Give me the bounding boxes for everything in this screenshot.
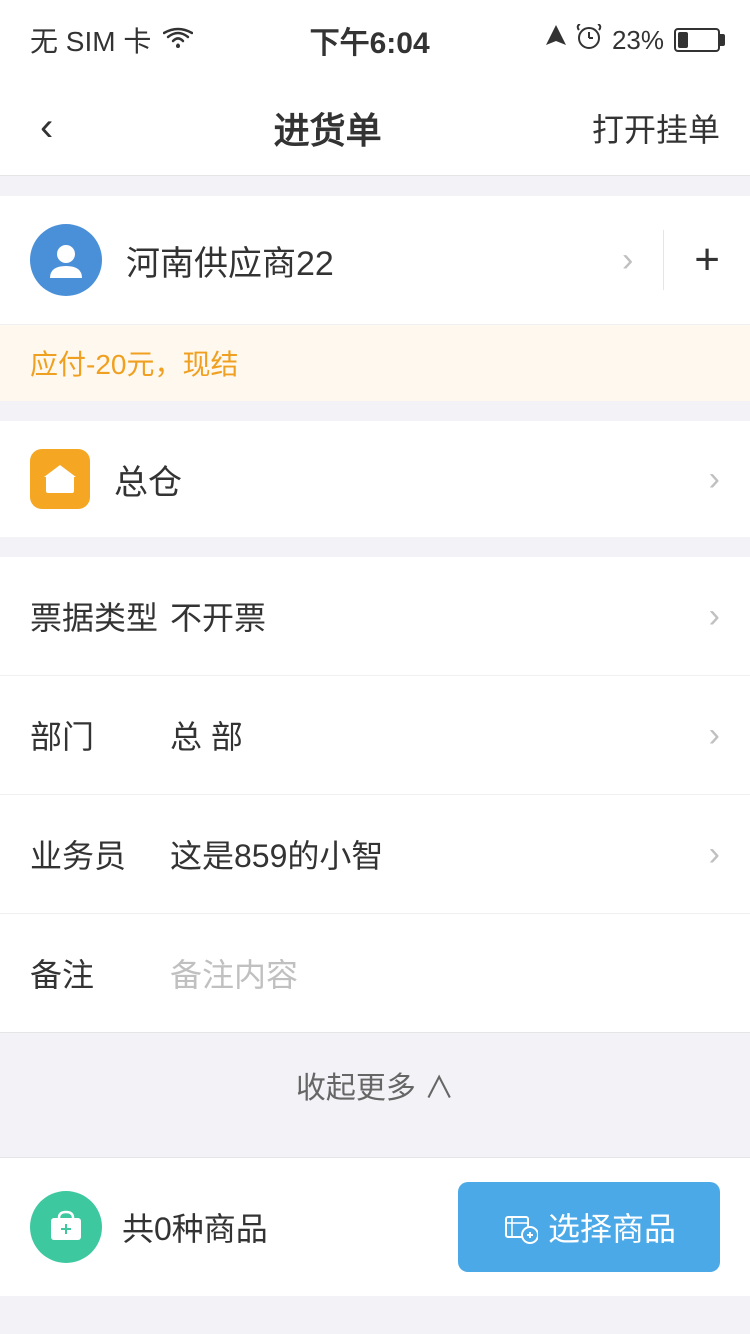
select-product-label: 选择商品 xyxy=(548,1204,676,1250)
department-row[interactable]: 部门 总 部 › xyxy=(0,676,750,795)
status-left: 无 SIM 卡 xyxy=(30,20,193,60)
invoice-label: 票据类型 xyxy=(30,593,170,639)
section-gap-3 xyxy=(0,537,750,557)
battery-percent: 23% xyxy=(612,25,664,56)
form-section: 票据类型 不开票 › 部门 总 部 › 业务员 这是859的小智 › 备注 备注… xyxy=(0,557,750,1032)
collapse-row[interactable]: 收起更多 ∧ xyxy=(0,1032,750,1137)
warehouse-chevron-icon: › xyxy=(709,460,720,499)
warehouse-icon xyxy=(30,449,90,509)
product-count: 共0种商品 xyxy=(122,1204,458,1250)
salesman-value: 这是859的小智 xyxy=(170,831,709,877)
department-label: 部门 xyxy=(30,712,170,758)
status-time: 下午6:04 xyxy=(310,18,430,62)
status-right: 23% xyxy=(546,24,720,57)
supplier-section: 河南供应商22 › + 应付-20元，现结 xyxy=(0,196,750,401)
battery-icon xyxy=(674,28,720,52)
bottom-bar: 共0种商品 选择商品 xyxy=(0,1157,750,1296)
warehouse-name: 总仓 xyxy=(114,455,709,504)
department-chevron-icon: › xyxy=(709,716,720,755)
select-product-button[interactable]: 选择商品 xyxy=(458,1182,720,1272)
nav-bar: ‹ 进货单 打开挂单 xyxy=(0,80,750,176)
wifi-icon xyxy=(163,24,193,56)
remark-row[interactable]: 备注 备注内容 xyxy=(0,914,750,1032)
supplier-avatar xyxy=(30,224,102,296)
invoice-chevron-icon: › xyxy=(709,597,720,636)
cart-icon-wrap xyxy=(30,1191,102,1263)
section-gap-4 xyxy=(0,1137,750,1157)
main-content: 河南供应商22 › + 应付-20元，现结 总仓 › 票据 xyxy=(0,176,750,1334)
supplier-chevron-icon: › xyxy=(622,241,633,280)
add-supplier-button[interactable]: + xyxy=(694,235,720,285)
section-gap-1 xyxy=(0,176,750,196)
department-value: 总 部 xyxy=(170,712,709,758)
notice-bar: 应付-20元，现结 xyxy=(0,325,750,401)
remark-label: 备注 xyxy=(30,950,170,996)
invoice-row[interactable]: 票据类型 不开票 › xyxy=(0,557,750,676)
section-gap-2 xyxy=(0,401,750,421)
supplier-row[interactable]: 河南供应商22 › + xyxy=(0,196,750,325)
carrier-label: 无 SIM 卡 xyxy=(30,20,151,60)
supplier-name: 河南供应商22 xyxy=(126,236,622,285)
back-button[interactable]: ‹ xyxy=(30,95,63,160)
invoice-value: 不开票 xyxy=(170,593,709,639)
status-bar: 无 SIM 卡 下午6:04 23 xyxy=(0,0,750,80)
warehouse-section: 总仓 › xyxy=(0,421,750,537)
open-pending-button[interactable]: 打开挂单 xyxy=(592,105,720,151)
notice-text: 应付-20元，现结 xyxy=(30,349,238,380)
salesman-chevron-icon: › xyxy=(709,835,720,874)
divider-vertical xyxy=(663,230,664,290)
collapse-label: 收起更多 ∧ xyxy=(296,1072,454,1105)
salesman-row[interactable]: 业务员 这是859的小智 › xyxy=(0,795,750,914)
page-title: 进货单 xyxy=(274,102,382,154)
salesman-label: 业务员 xyxy=(30,831,170,877)
location-icon xyxy=(546,25,566,56)
warehouse-row[interactable]: 总仓 › xyxy=(0,421,750,537)
remark-placeholder: 备注内容 xyxy=(170,950,720,996)
alarm-icon xyxy=(576,24,602,57)
